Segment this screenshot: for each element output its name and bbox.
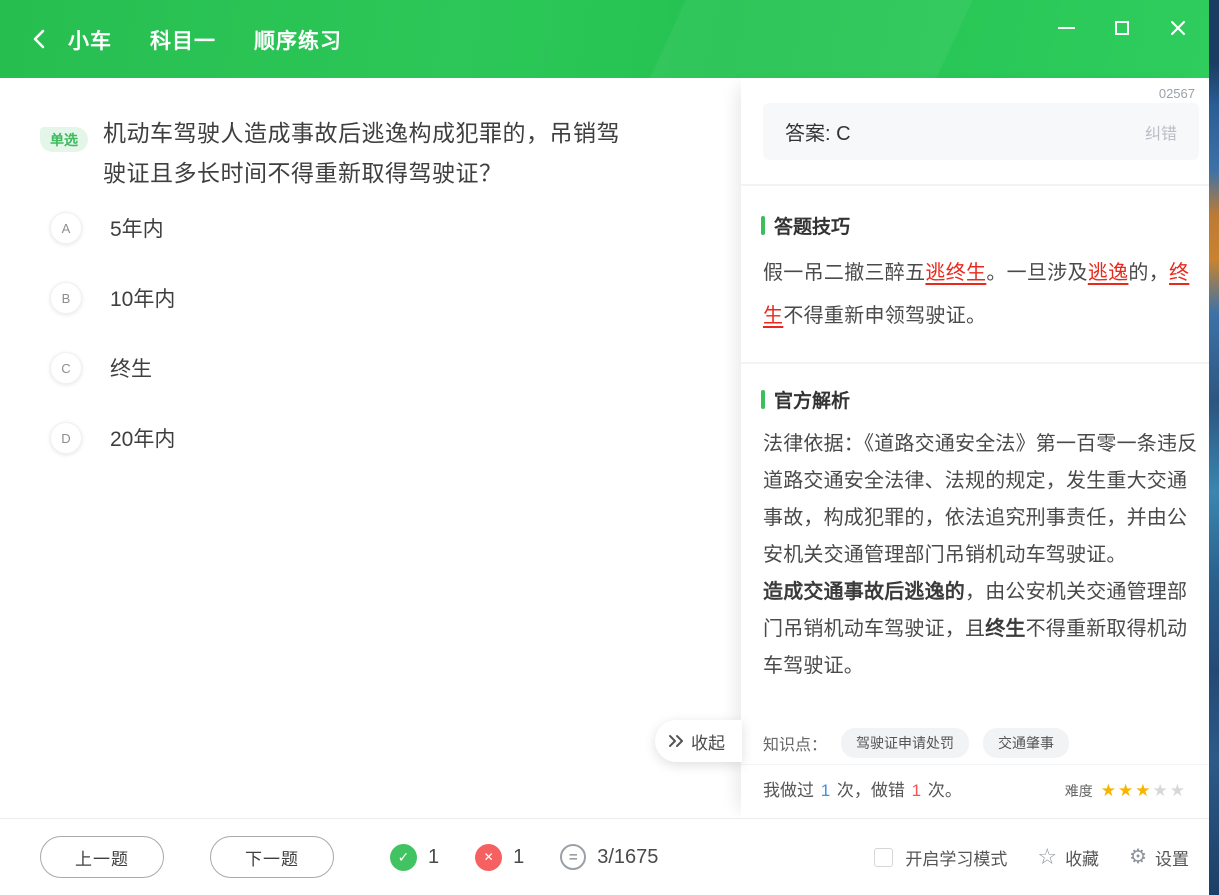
previous-question-button[interactable]: 上一题	[40, 836, 164, 878]
option-c-text: 终生	[110, 353, 152, 383]
tips-title: 答题技巧	[761, 212, 850, 239]
settings-button[interactable]: ⚙ 设置	[1129, 845, 1189, 870]
close-icon	[1170, 20, 1186, 36]
double-chevron-right-icon	[668, 734, 684, 748]
titlebar-item-mode[interactable]: 顺序练习	[254, 25, 342, 55]
star-icon: ☆	[1037, 846, 1057, 868]
titlebar: 小车 科目一 顺序练习	[0, 0, 1209, 78]
window-controls	[1053, 16, 1191, 40]
correct-count-value: 1	[428, 846, 439, 869]
knowledge-tag[interactable]: 交通肇事	[983, 728, 1069, 758]
minimize-icon	[1058, 27, 1075, 29]
stats-row: 我做过 1 次，做错 1 次。 难度 ★★★★★	[763, 776, 1187, 801]
option-c-letter: C	[50, 352, 82, 384]
practice-stats: 我做过 1 次，做错 1 次。	[763, 776, 962, 801]
collapse-label: 收起	[691, 729, 725, 754]
analysis-text: 法律依据：《道路交通安全法》第一百零一条违反道路交通安全法律、法规的规定，发生重…	[763, 426, 1199, 685]
favorite-button[interactable]: ☆ 收藏	[1037, 845, 1099, 870]
footer-right-group: 开启学习模式 ☆ 收藏 ⚙ 设置	[874, 845, 1189, 870]
option-b-text: 10年内	[110, 283, 175, 313]
app-window: 小车 科目一 顺序练习 单选 机动车驾驶人造成事故后逃逸构成犯罪的，吊销驾驶证且…	[0, 0, 1219, 895]
option-b[interactable]: B 10年内	[50, 282, 175, 314]
option-a[interactable]: A 5年内	[50, 212, 164, 244]
progress-icon: =	[560, 844, 586, 870]
tips-text: 假一吊二撤三醉五逃终生。一旦涉及逃逸的，终生不得重新申领驾驶证。	[763, 252, 1199, 338]
green-bar-icon	[761, 216, 765, 235]
learning-mode-toggle[interactable]: 开启学习模式	[874, 845, 1007, 870]
analysis-title: 官方解析	[761, 386, 850, 413]
answer-label: 答案: C	[785, 117, 851, 146]
correct-count-chip[interactable]: ✓ 1	[390, 844, 439, 871]
back-button[interactable]	[26, 26, 50, 52]
answer-panel: 02567 答案: C 纠错 答题技巧 假一吊二撤三醉五逃终生。一旦涉及逃逸的，…	[741, 78, 1209, 818]
option-a-text: 5年内	[110, 213, 164, 243]
next-question-button[interactable]: 下一题	[210, 836, 334, 878]
minimize-button[interactable]	[1053, 16, 1079, 40]
section-divider	[741, 764, 1209, 765]
option-d-text: 20年内	[110, 423, 175, 453]
knowledge-row: 知识点： 驾驶证申请处罚 交通肇事	[763, 728, 1069, 758]
wrong-count-value: 1	[513, 846, 524, 869]
wrong-count: 1	[910, 781, 923, 800]
question-type-badge: 单选	[40, 127, 88, 152]
titlebar-item-subject[interactable]: 科目一	[150, 25, 216, 55]
checkbox-icon[interactable]	[874, 848, 893, 867]
section-divider	[741, 184, 1209, 186]
answer-box: 答案: C 纠错	[763, 103, 1199, 160]
done-count: 1	[819, 781, 832, 800]
option-c[interactable]: C 终生	[50, 352, 152, 384]
section-divider	[741, 362, 1209, 364]
question-text: 机动车驾驶人造成事故后逃逸构成犯罪的，吊销驾驶证且多长时间不得重新取得驾驶证？	[103, 113, 623, 193]
cross-icon: ✕	[475, 844, 502, 871]
maximize-icon	[1115, 21, 1129, 35]
check-icon: ✓	[390, 844, 417, 871]
wrong-count-chip[interactable]: ✕ 1	[475, 844, 524, 871]
learning-mode-label: 开启学习模式	[905, 845, 1007, 870]
close-button[interactable]	[1165, 16, 1191, 40]
correction-link[interactable]: 纠错	[1145, 120, 1177, 144]
difficulty: 难度 ★★★★★	[1065, 781, 1187, 801]
gear-icon: ⚙	[1129, 847, 1147, 867]
progress-value: 3/1675	[597, 846, 658, 869]
progress-chip[interactable]: = 3/1675	[560, 844, 658, 870]
option-b-letter: B	[50, 282, 82, 314]
option-d-letter: D	[50, 422, 82, 454]
difficulty-stars: ★★★★★	[1101, 781, 1187, 801]
difficulty-label: 难度	[1065, 781, 1093, 801]
titlebar-nav: 小车 科目一 顺序练习	[68, 23, 342, 55]
desktop-background-strip	[1209, 0, 1219, 895]
knowledge-label: 知识点：	[763, 731, 827, 755]
chevron-left-icon	[32, 29, 45, 49]
option-d[interactable]: D 20年内	[50, 422, 175, 454]
collapse-button[interactable]: 收起	[655, 720, 742, 762]
knowledge-tag[interactable]: 驾驶证申请处罚	[841, 728, 969, 758]
green-bar-icon	[761, 390, 765, 409]
question-id: 02567	[1159, 86, 1195, 101]
maximize-button[interactable]	[1109, 16, 1135, 40]
titlebar-item-vehicle[interactable]: 小车	[68, 25, 112, 55]
option-a-letter: A	[50, 212, 82, 244]
favorite-label: 收藏	[1065, 845, 1099, 870]
settings-label: 设置	[1155, 845, 1189, 870]
footer-bar: 上一题 下一题 ✓ 1 ✕ 1 = 3/1675 开启学习模式 ☆ 收藏 ⚙	[0, 818, 1209, 895]
